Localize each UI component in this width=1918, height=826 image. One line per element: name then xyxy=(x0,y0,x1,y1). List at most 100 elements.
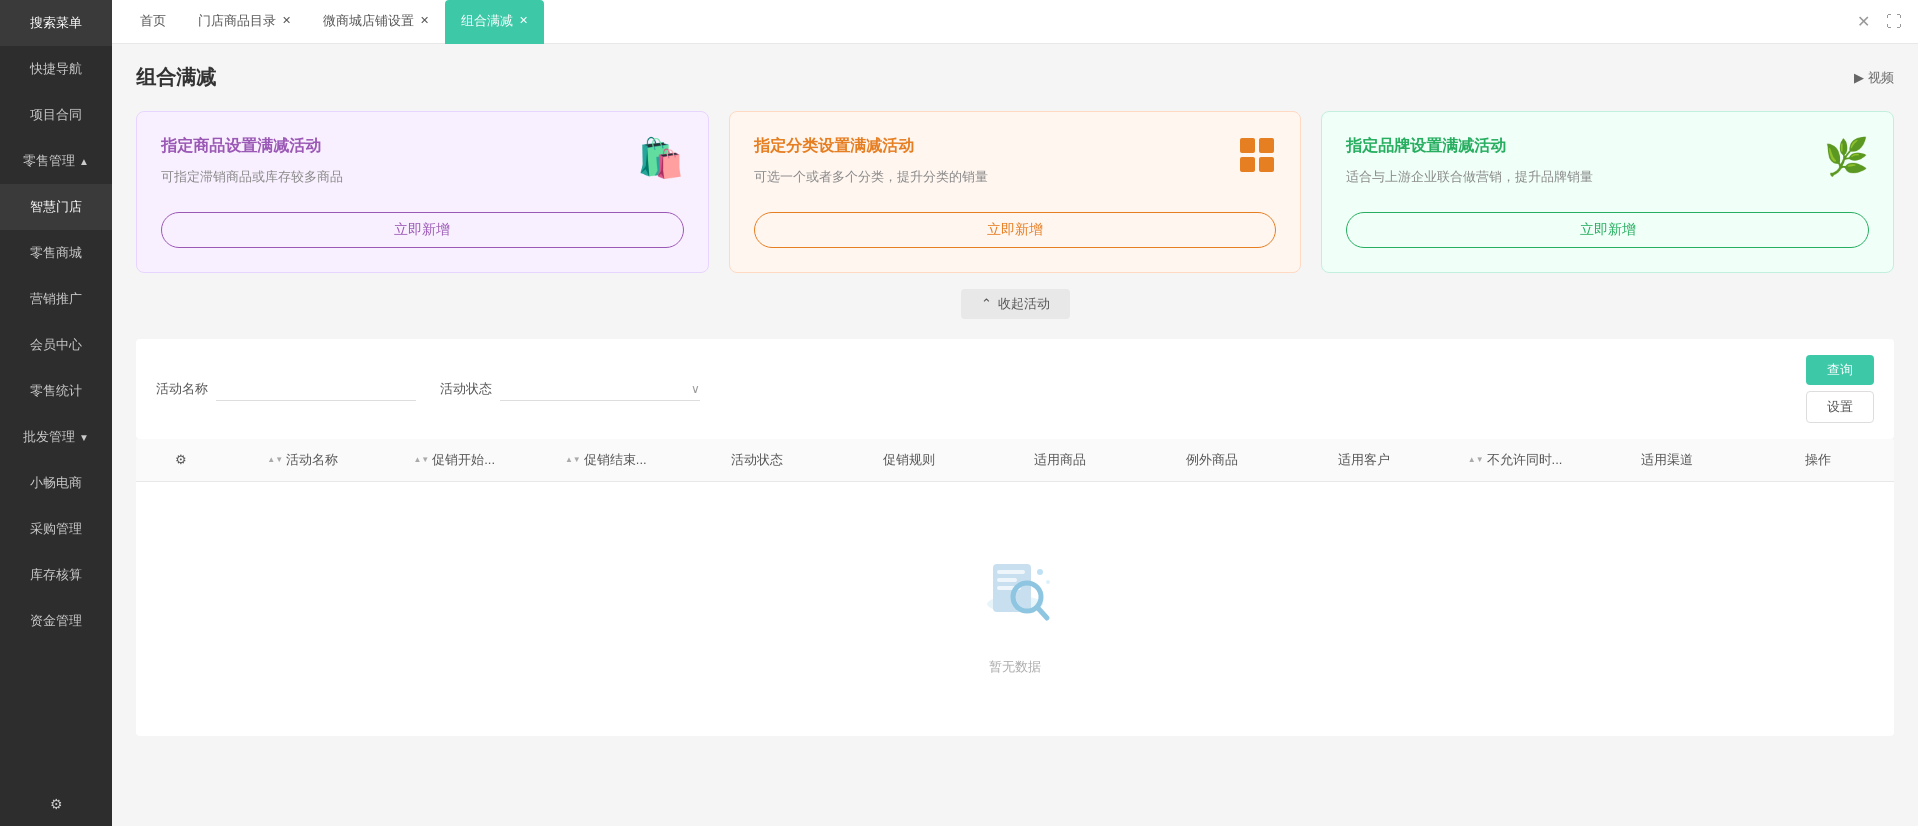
product-card-icon: 🛍️ xyxy=(637,136,684,180)
sidebar: 搜索菜单 快捷导航 项目合同 零售管理 ▲ 智慧门店 零售商城 营销推广 会员中… xyxy=(0,0,112,826)
category-card-icon xyxy=(1238,136,1276,182)
sidebar-item-inventory-calc[interactable]: 库存核算 xyxy=(0,552,112,598)
brand-card-icon: 🌿 xyxy=(1824,136,1869,178)
sidebar-item-purchase-management[interactable]: 采购管理 xyxy=(0,506,112,552)
sidebar-item-label: 库存核算 xyxy=(30,567,82,582)
collapse-label: 收起活动 xyxy=(998,295,1050,313)
th-activity-name: ▲▼ 活动名称 xyxy=(227,451,379,469)
activity-name-input[interactable] xyxy=(216,377,416,401)
sidebar-item-label: 智慧门店 xyxy=(30,199,82,214)
svg-rect-1 xyxy=(1259,138,1274,153)
activity-name-label: 活动名称 xyxy=(156,380,208,398)
sidebar-item-label: 资金管理 xyxy=(30,613,82,628)
video-label: 视频 xyxy=(1868,69,1894,87)
tab-wechat-store-close[interactable]: ✕ xyxy=(420,14,429,27)
category-card-title: 指定分类设置满减活动 xyxy=(754,136,1277,157)
filter-row: 活动名称 活动状态 进行中 已结束 未开始 ∨ 查询 xyxy=(136,339,1894,439)
tab-home[interactable]: 首页 xyxy=(124,0,182,44)
brand-card-add-btn[interactable]: 立即新增 xyxy=(1346,212,1869,248)
th-applicable-goods: 适用商品 xyxy=(985,451,1137,469)
tab-store-catalog-label: 门店商品目录 xyxy=(198,12,276,30)
collapse-activities-btn[interactable]: ⌃ 收起活动 xyxy=(961,289,1070,319)
category-card-add-btn[interactable]: 立即新增 xyxy=(754,212,1277,248)
th-applicable-channel: 适用渠道 xyxy=(1591,451,1743,469)
tab-store-catalog-close[interactable]: ✕ xyxy=(282,14,291,27)
product-card-add-btn[interactable]: 立即新增 xyxy=(161,212,684,248)
sidebar-item-marketing[interactable]: 营销推广 xyxy=(0,276,112,322)
tab-home-label: 首页 xyxy=(140,12,166,30)
activity-status-select[interactable]: 进行中 已结束 未开始 xyxy=(500,377,700,401)
filter-actions: 查询 设置 xyxy=(1806,355,1874,423)
sidebar-item-xiao-chang[interactable]: 小畅电商 xyxy=(0,460,112,506)
content-area: 组合满减 ▶ 视频 指定商品设置满减活动 可指定滞销商品或库存较多商品 🛍️ 立… xyxy=(112,44,1918,826)
filter-activity-status: 活动状态 进行中 已结束 未开始 ∨ xyxy=(440,377,700,401)
sidebar-item-label: 项目合同 xyxy=(30,107,82,122)
sidebar-item-retail-stats[interactable]: 零售统计 xyxy=(0,368,112,414)
svg-point-11 xyxy=(1037,569,1043,575)
sidebar-item-finance-management[interactable]: 资金管理 xyxy=(0,598,112,644)
sidebar-item-label: 零售统计 xyxy=(30,383,82,398)
sort-icon-promo-start[interactable]: ▲▼ xyxy=(413,456,429,464)
tab-combo-discount-close[interactable]: ✕ xyxy=(519,14,528,27)
collapse-chevron-icon: ⌃ xyxy=(981,296,992,311)
video-link[interactable]: ▶ 视频 xyxy=(1854,69,1894,87)
tab-store-catalog[interactable]: 门店商品目录 ✕ xyxy=(182,0,307,44)
maximize-window-btn[interactable]: ⛶ xyxy=(1882,9,1906,35)
sort-icon-no-simultaneous[interactable]: ▲▼ xyxy=(1468,456,1484,464)
svg-rect-7 xyxy=(997,578,1017,582)
sidebar-item-retail-mall[interactable]: 零售商城 xyxy=(0,230,112,276)
tab-wechat-store-settings[interactable]: 微商城店铺设置 ✕ xyxy=(307,0,445,44)
table-settings-icon: ⚙ xyxy=(175,452,187,467)
th-applicable-customer: 适用客户 xyxy=(1288,451,1440,469)
sidebar-item-wholesale-management[interactable]: 批发管理 ▼ xyxy=(0,414,112,460)
sidebar-item-label: 快捷导航 xyxy=(30,61,82,76)
sidebar-item-quick-nav[interactable]: 快捷导航 xyxy=(0,46,112,92)
sidebar-item-label: 批发管理 xyxy=(23,428,75,446)
cards-row: 指定商品设置满减活动 可指定滞销商品或库存较多商品 🛍️ 立即新增 指定分类设置… xyxy=(136,111,1894,273)
tab-bar: 首页 门店商品目录 ✕ 微商城店铺设置 ✕ 组合满减 ✕ ✕ ⛶ xyxy=(112,0,1918,44)
sidebar-item-label: 营销推广 xyxy=(30,291,82,306)
svg-rect-3 xyxy=(1259,157,1274,172)
brand-card: 指定品牌设置满减活动 适合与上游企业联合做营销，提升品牌销量 🌿 立即新增 xyxy=(1321,111,1894,273)
sidebar-item-label: 会员中心 xyxy=(30,337,82,352)
sidebar-item-project-contract[interactable]: 项目合同 xyxy=(0,92,112,138)
sidebar-item-member-center[interactable]: 会员中心 xyxy=(0,322,112,368)
tab-actions: ✕ ⛶ xyxy=(1853,8,1906,35)
main-area: 首页 门店商品目录 ✕ 微商城店铺设置 ✕ 组合满减 ✕ ✕ ⛶ 组合满减 ▶ … xyxy=(112,0,1918,826)
category-card-desc: 可选一个或者多个分类，提升分类的销量 xyxy=(754,167,1277,188)
retail-management-arrow: ▲ xyxy=(79,156,89,167)
page-title: 组合满减 xyxy=(136,64,216,91)
svg-line-10 xyxy=(1037,607,1047,618)
th-promo-end: ▲▼ 促销结束... xyxy=(530,451,682,469)
sidebar-item-label: 零售商城 xyxy=(30,245,82,260)
tab-combo-discount-label: 组合满减 xyxy=(461,12,513,30)
sidebar-item-smart-store[interactable]: 智慧门店 xyxy=(0,184,112,230)
empty-text: 暂无数据 xyxy=(989,658,1041,676)
tab-combo-discount[interactable]: 组合满减 ✕ xyxy=(445,0,544,44)
svg-rect-6 xyxy=(997,570,1025,574)
query-button[interactable]: 查询 xyxy=(1806,355,1874,385)
activity-status-label: 活动状态 xyxy=(440,380,492,398)
settings-icon: ⚙ xyxy=(50,796,63,812)
sidebar-item-label: 搜索菜单 xyxy=(30,15,82,30)
product-card-title: 指定商品设置满减活动 xyxy=(161,136,684,157)
sort-icon-promo-end[interactable]: ▲▼ xyxy=(565,456,581,464)
play-icon: ▶ xyxy=(1854,70,1864,85)
product-card-desc: 可指定滞销商品或库存较多商品 xyxy=(161,167,684,188)
svg-rect-0 xyxy=(1240,138,1255,153)
wholesale-management-arrow: ▼ xyxy=(79,432,89,443)
close-window-btn[interactable]: ✕ xyxy=(1853,8,1874,35)
setting-button[interactable]: 设置 xyxy=(1806,391,1874,423)
brand-card-title: 指定品牌设置满减活动 xyxy=(1346,136,1869,157)
sidebar-item-search-menu[interactable]: 搜索菜单 xyxy=(0,0,112,46)
th-settings[interactable]: ⚙ xyxy=(136,452,227,467)
sort-icon-activity-name[interactable]: ▲▼ xyxy=(267,456,283,464)
sidebar-item-retail-management[interactable]: 零售管理 ▲ xyxy=(0,138,112,184)
th-promo-rule: 促销规则 xyxy=(833,451,985,469)
sidebar-settings-btn[interactable]: ⚙ xyxy=(0,782,112,826)
activity-status-select-wrapper: 进行中 已结束 未开始 ∨ xyxy=(500,377,700,401)
product-card: 指定商品设置满减活动 可指定滞销商品或库存较多商品 🛍️ 立即新增 xyxy=(136,111,709,273)
sidebar-item-label: 采购管理 xyxy=(30,521,82,536)
th-activity-status: 活动状态 xyxy=(682,451,834,469)
th-promo-start: ▲▼ 促销开始... xyxy=(378,451,530,469)
